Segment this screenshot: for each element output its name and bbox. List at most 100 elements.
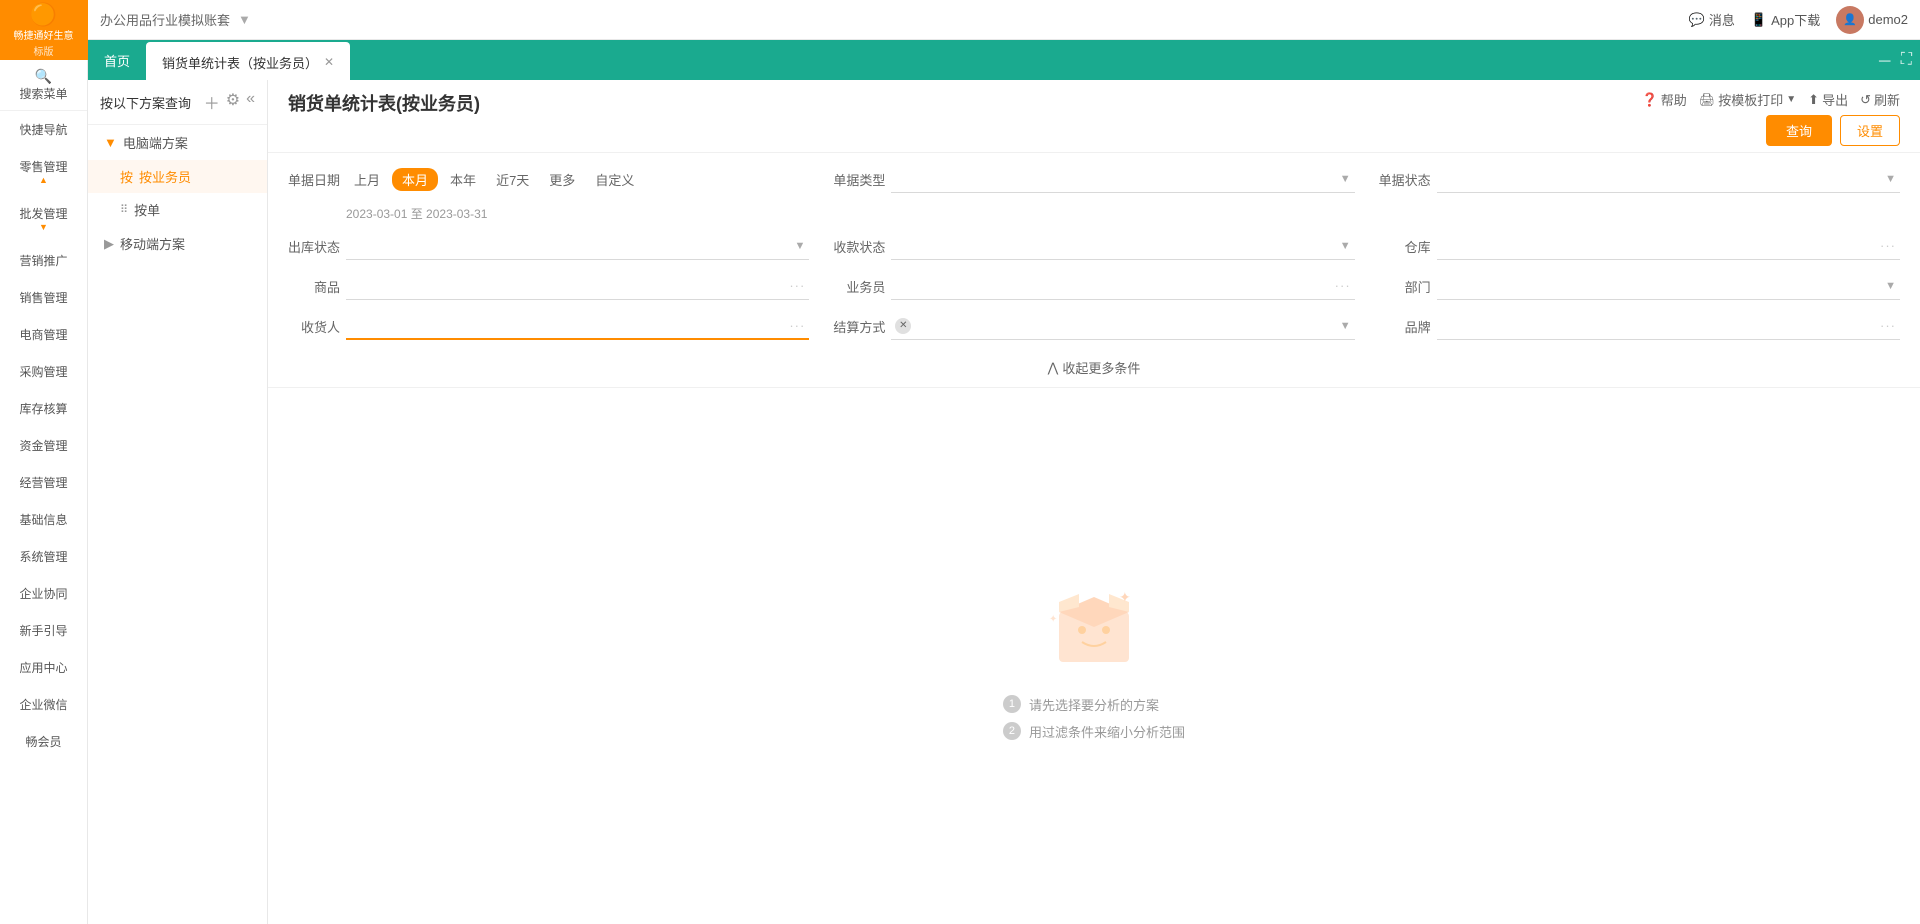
date-btn-7days[interactable]: 近7天 [488,168,537,191]
receipt-status-select[interactable]: ▼ [891,232,1354,260]
out-status-select[interactable]: ▼ [346,232,809,260]
user-avatar-btn[interactable]: 👤 demo2 [1836,6,1908,34]
export-btn[interactable]: ⬆ 导出 [1808,90,1848,109]
sidebar-search[interactable]: 🔍 搜索菜单 [0,60,87,111]
sidebar-group-retail: 零售管理 ▲ [0,148,87,195]
date-range-display: 2023-03-01 至 2023-03-31 [346,205,1900,222]
sidebar-item-sales[interactable]: 销售管理 [0,279,87,316]
filter-doc-type-cell: 单据类型 ▼ [833,165,1354,193]
refresh-label: 刷新 [1874,90,1900,109]
query-btn[interactable]: 查询 [1766,115,1832,146]
empty-step-1: 1 请先选择要分析的方案 [1003,695,1185,714]
receiver-select[interactable]: ··· [346,312,809,340]
print-btn[interactable]: 🖨 按模板打印 ▼ [1699,90,1796,109]
settlement-select[interactable]: ✕ ▼ [891,312,1354,340]
sidebar-item-finance[interactable]: 资金管理 [0,427,87,464]
collapse-btn[interactable]: ⋀ 收起更多条件 [1048,358,1141,377]
date-controls: 上月 本月 本年 近7天 更多 自定义 [346,168,809,191]
sidebar-item-marketing[interactable]: 营销推广 [0,242,87,279]
tab-sales-report[interactable]: 销货单统计表（按业务员） ✕ [146,42,350,82]
salesperson-select[interactable]: ··· [891,272,1354,300]
add-scheme-btn[interactable]: ＋ [204,90,220,114]
date-btn-more[interactable]: 更多 [541,168,583,191]
warehouse-select[interactable]: ··· [1437,232,1900,260]
filter-receipt-status-cell: 收款状态 ▼ [833,232,1354,260]
page-header: 销货单统计表(按业务员) ❓ 帮助 🖨 按模板打印 ▼ ⬆ [268,80,1920,153]
sidebar-item-ecom[interactable]: 电商管理 [0,316,87,353]
sidebar-item-newbie[interactable]: 新手引导 [0,612,87,649]
sidebar-item-enterprise[interactable]: 企业协同 [0,575,87,612]
page-action-links: ❓ 帮助 🖨 按模板打印 ▼ ⬆ 导出 ↺ [1642,90,1900,109]
tree-arrow-right-icon: ▶ [104,236,114,252]
tab-maximize-btn[interactable]: ⛶ [1901,51,1912,69]
scheme-sub-icon: ⠿ [120,203,128,216]
doc-status-chevron-icon: ▼ [1885,173,1896,185]
app-download-btn[interactable]: 📱 App下载 [1751,10,1820,29]
avatar: 👤 [1836,6,1864,34]
settings-btn[interactable]: 设置 [1840,115,1900,146]
sidebar-item-basic[interactable]: 基础信息 [0,501,87,538]
sidebar-item-stock[interactable]: 库存核算 [0,390,87,427]
scheme-group-pc[interactable]: ▼ 电脑端方案 [88,125,267,160]
brand-select[interactable]: ··· [1437,312,1900,340]
sidebar-item-wholesale[interactable]: 批发管理 ▼ [0,195,87,242]
date-range-text: 2023-03-01 至 2023-03-31 [346,207,487,221]
empty-state: ✦ ✦ 1 请先选择要分析的方案 2 用过滤条件来缩小分析范围 [268,388,1920,924]
tab-minimize-btn[interactable]: － [1877,48,1893,72]
refresh-btn[interactable]: ↺ 刷新 [1860,90,1900,109]
help-label: 帮助 [1661,90,1687,109]
breadcrumb-text: 办公用品行业模拟账套 [100,10,230,29]
sidebar: 🟠 畅捷通好生意 标版 🔍 搜索菜单 快捷导航 零售管理 ▲ 批发管理 ▼ 营销… [0,0,88,924]
scheme-item-by-order[interactable]: ⠿ 按单 [88,193,267,226]
date-label: 单据日期 [288,170,340,189]
date-btn-custom[interactable]: 自定义 [587,168,642,191]
scheme-item-by-salesperson[interactable]: 按 按业务员 [88,160,267,193]
help-btn[interactable]: ❓ 帮助 [1642,90,1687,109]
export-icon: ⬆ [1808,92,1819,108]
filter-out-status-cell: 出库状态 ▼ [288,232,809,260]
filter-product-cell: 商品 ··· [288,272,809,300]
filter-doc-status-cell: 单据状态 ▼ [1379,165,1900,193]
brand-dots-icon: ··· [1880,318,1896,333]
sidebar-item-apps[interactable]: 应用中心 [0,649,87,686]
message-label: 消息 [1709,10,1735,29]
collapse-panel-btn[interactable]: « [246,90,255,114]
empty-steps: 1 请先选择要分析的方案 2 用过滤条件来缩小分析范围 [1003,695,1185,741]
settings-scheme-btn[interactable]: ⚙ [226,90,240,114]
sidebar-item-member[interactable]: 畅会员 [0,723,87,760]
left-scheme-panel: 按以下方案查询 ＋ ⚙ « ▼ 电脑端方案 按 按业务员 ⠿ 按单 [88,80,268,924]
sidebar-item-system[interactable]: 系统管理 [0,538,87,575]
breadcrumb-arrow-icon: ▼ [238,12,251,27]
tab-home[interactable]: 首页 [88,40,146,80]
export-label: 导出 [1822,90,1848,109]
receiver-dots-icon: ··· [789,318,805,333]
sidebar-item-retail-label: 零售管理 [19,158,67,175]
sidebar-item-purchase[interactable]: 采购管理 [0,353,87,390]
tab-close-icon[interactable]: ✕ [324,55,334,69]
doc-type-select[interactable]: ▼ [891,165,1354,193]
page-header-actions: ❓ 帮助 🖨 按模板打印 ▼ ⬆ 导出 ↺ [1642,90,1900,146]
date-btn-this-month[interactable]: 本月 [392,168,438,191]
message-btn[interactable]: 💬 消息 [1689,10,1735,29]
sidebar-item-retail[interactable]: 零售管理 ▲ [0,148,87,195]
step1-num: 1 [1003,695,1021,713]
department-select[interactable]: ▼ [1437,272,1900,300]
filter-row-3: 商品 ··· 业务员 ··· 部门 [288,272,1900,300]
scheme-group-mobile[interactable]: ▶ 移动端方案 [88,226,267,261]
doc-status-label: 单据状态 [1379,170,1431,189]
product-select[interactable]: ··· [346,272,809,300]
doc-status-select[interactable]: ▼ [1437,165,1900,193]
sidebar-item-ops[interactable]: 经营管理 [0,464,87,501]
page-title: 销货单统计表(按业务员) [288,90,480,116]
settlement-clear-btn[interactable]: ✕ [895,318,911,334]
date-btn-this-year[interactable]: 本年 [442,168,484,191]
empty-illustration: ✦ ✦ [1034,572,1154,675]
brand-label: 品牌 [1379,317,1431,336]
filter-department-cell: 部门 ▼ [1379,272,1900,300]
sidebar-item-quicknav[interactable]: 快捷导航 [0,111,87,148]
step1-text: 请先选择要分析的方案 [1029,695,1159,714]
date-btn-last-month[interactable]: 上月 [346,168,388,191]
collapse-icon: ⋀ [1048,360,1059,376]
sidebar-item-wechat[interactable]: 企业微信 [0,686,87,723]
filter-row-2: 出库状态 ▼ 收款状态 ▼ 仓库 [288,232,1900,260]
